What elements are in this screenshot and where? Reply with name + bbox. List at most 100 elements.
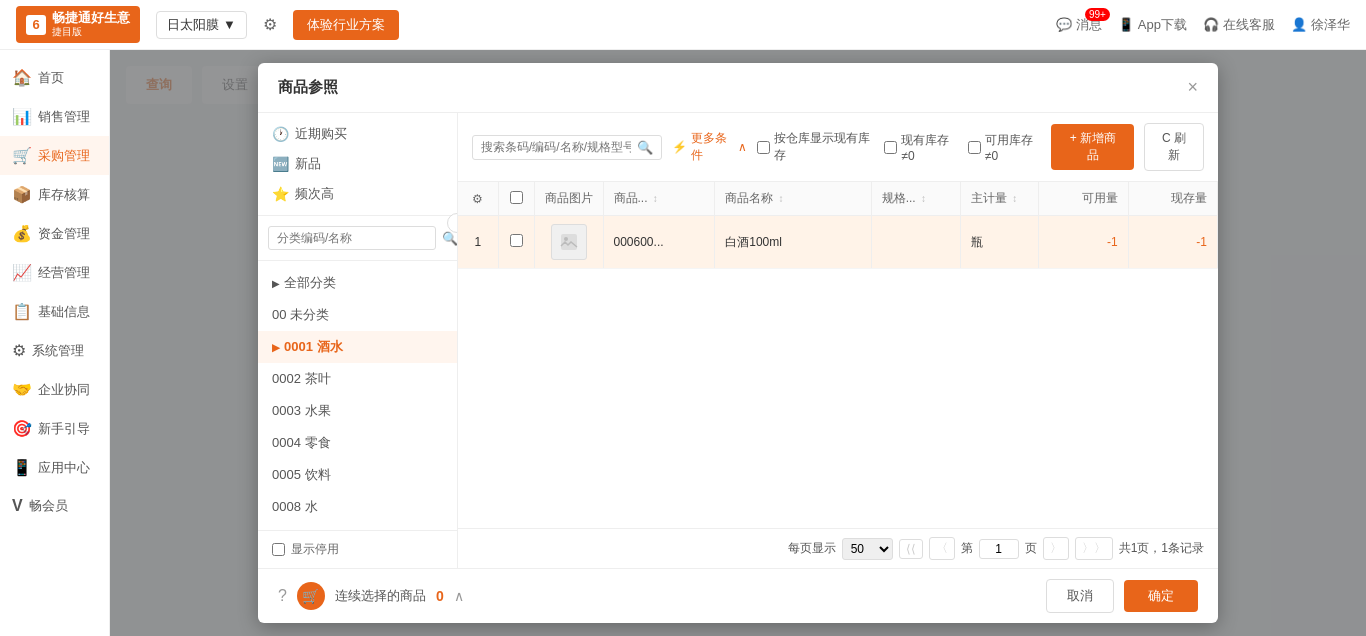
online-service-btn[interactable]: 🎧 在线客服 [1203, 16, 1275, 34]
sidebar-item-finance[interactable]: 💰 资金管理 [0, 214, 109, 253]
sidebar-item-operations[interactable]: 📈 经营管理 [0, 253, 109, 292]
category-label-0002: 0002 茶叶 [272, 370, 331, 388]
category-item-all[interactable]: ▶ 全部分类 [258, 267, 457, 299]
home-icon: 🏠 [12, 68, 32, 87]
category-label-0001: 0001 酒水 [284, 338, 343, 356]
sidebar-item-vip[interactable]: V 畅会员 [0, 487, 109, 525]
sidebar-item-apps[interactable]: 📱 应用中心 [0, 448, 109, 487]
select-all-checkbox[interactable] [510, 191, 523, 204]
th-name[interactable]: 商品名称 ↕ [715, 182, 871, 216]
quick-item-recent[interactable]: 🕐 近期购买 [258, 119, 457, 149]
guide-icon: 🎯 [12, 419, 32, 438]
category-label-0003: 0003 水果 [272, 402, 331, 420]
th-spec[interactable]: 规格... ↕ [871, 182, 960, 216]
app-download-btn[interactable]: 📱 App下载 [1118, 16, 1187, 34]
cancel-btn[interactable]: 取消 [1046, 579, 1114, 613]
row-checkbox[interactable] [510, 234, 523, 247]
user-name: 徐泽华 [1311, 16, 1350, 34]
category-item-0001[interactable]: ▶ 0001 酒水 [258, 331, 457, 363]
logo-sub: 捷目版 [52, 25, 130, 39]
user-menu[interactable]: 👤 徐泽华 [1291, 16, 1350, 34]
sidebar-item-home[interactable]: 🏠 首页 [0, 58, 109, 97]
category-item-0002[interactable]: 0002 茶叶 [258, 363, 457, 395]
message-btn[interactable]: 💬 消息 99+ [1056, 16, 1102, 34]
table-row[interactable]: 1 [458, 216, 1218, 269]
headset-icon: 🎧 [1203, 17, 1219, 32]
th-unit[interactable]: 主计量 ↕ [961, 182, 1039, 216]
category-item-0008[interactable]: 0008 水 [258, 491, 457, 523]
add-product-btn[interactable]: + 新增商品 [1051, 124, 1134, 170]
first-page-btn[interactable]: ⟨⟨ [899, 539, 923, 559]
category-search-input[interactable] [268, 226, 436, 250]
continuous-label: 连续选择的商品 [335, 587, 426, 605]
category-item-00[interactable]: 00 未分类 [258, 299, 457, 331]
th-stock: 现存量 [1128, 182, 1217, 216]
th-settings[interactable]: ⚙ [458, 182, 498, 216]
collapse-footer-icon[interactable]: ∧ [454, 588, 464, 604]
sidebar-item-sales[interactable]: 📊 销售管理 [0, 97, 109, 136]
sidebar-label-enterprise: 企业协同 [38, 381, 90, 399]
row-checkbox-cell[interactable] [498, 216, 534, 269]
nav-dropdown-label: 日太阳膜 [167, 16, 219, 34]
page-size-select[interactable]: 50 10 20 100 [842, 538, 893, 560]
inventory-icon: 📦 [12, 185, 32, 204]
product-search-wrap: 🔍 [472, 135, 662, 160]
search-icon[interactable]: 🔍 [637, 140, 653, 155]
last-page-btn[interactable]: 〉〉 [1075, 537, 1113, 560]
sidebar-item-guide[interactable]: 🎯 新手引导 [0, 409, 109, 448]
category-item-0004[interactable]: 0004 零食 [258, 427, 457, 459]
sidebar-label-inventory: 库存核算 [38, 186, 90, 204]
quick-item-new[interactable]: 🆕 新品 [258, 149, 457, 179]
sidebar-item-inventory[interactable]: 📦 库存核算 [0, 175, 109, 214]
logo[interactable]: 6 畅捷通好生意 捷目版 [16, 6, 140, 44]
cart-icon[interactable]: 🛒 [297, 582, 325, 610]
th-code[interactable]: 商品... ↕ [603, 182, 715, 216]
sidebar-label-home: 首页 [38, 69, 64, 87]
sidebar-label-operations: 经营管理 [38, 264, 90, 282]
experience-btn[interactable]: 体验行业方案 [293, 10, 399, 40]
sidebar-item-basic-info[interactable]: 📋 基础信息 [0, 292, 109, 331]
confirm-btn[interactable]: 确定 [1124, 580, 1198, 612]
sidebar-item-purchase[interactable]: 🛒 采购管理 [0, 136, 109, 175]
category-item-0005[interactable]: 0005 饮料 [258, 459, 457, 491]
gear-icon[interactable]: ⚙ [263, 15, 277, 34]
category-item-0003[interactable]: 0003 水果 [258, 395, 457, 427]
chevron-down-icon: ▼ [223, 17, 236, 32]
modal-close-btn[interactable]: × [1187, 77, 1198, 98]
nav-dropdown[interactable]: 日太阳膜 ▼ [156, 11, 247, 39]
quick-item-frequent[interactable]: ⭐ 频次高 [258, 179, 457, 209]
category-item-0010[interactable]: 0010 家电 [258, 523, 457, 530]
filter-more-btn[interactable]: ⚡ 更多条件 ∧ [672, 130, 747, 164]
filter-by-warehouse[interactable]: 按仓库显示现有库存 [757, 130, 874, 164]
product-search-input[interactable] [481, 140, 631, 154]
filter-existing-stock[interactable]: 现有库存≠0 [884, 132, 957, 163]
modal-header: 商品参照 × [258, 63, 1218, 113]
help-icon[interactable]: ? [278, 587, 287, 605]
filter-available-stock-checkbox[interactable] [968, 141, 981, 154]
prev-page-btn[interactable]: 〈 [929, 537, 955, 560]
finance-icon: 💰 [12, 224, 32, 243]
filter-by-warehouse-checkbox[interactable] [757, 141, 770, 154]
sidebar-item-system[interactable]: ⚙ 系统管理 [0, 331, 109, 370]
show-disabled-label[interactable]: 显示停用 [272, 541, 443, 558]
sort-icon-name: ↕ [779, 193, 784, 204]
svg-point-1 [564, 237, 568, 241]
show-disabled-checkbox[interactable] [272, 543, 285, 556]
row-stock: -1 [1128, 216, 1217, 269]
product-image [551, 224, 587, 260]
sidebar-label-basic-info: 基础信息 [38, 303, 90, 321]
logo-name: 畅捷通好生意 [52, 10, 130, 26]
category-label-0004: 0004 零食 [272, 434, 331, 452]
filter-existing-stock-checkbox[interactable] [884, 141, 897, 154]
page-input[interactable] [979, 539, 1019, 559]
th-check[interactable] [498, 182, 534, 216]
category-panel: 🕐 近期购买 🆕 新品 ⭐ 频次高 [258, 113, 458, 568]
refresh-btn[interactable]: C 刷新 [1144, 123, 1204, 171]
sidebar-item-enterprise[interactable]: 🤝 企业协同 [0, 370, 109, 409]
filter-available-stock[interactable]: 可用库存≠0 [968, 132, 1041, 163]
page-suffix: 页 [1025, 540, 1037, 557]
sidebar-label-purchase: 采购管理 [38, 147, 90, 165]
next-page-btn[interactable]: 〉 [1043, 537, 1069, 560]
row-unit: 瓶 [961, 216, 1039, 269]
category-label-0005: 0005 饮料 [272, 466, 331, 484]
